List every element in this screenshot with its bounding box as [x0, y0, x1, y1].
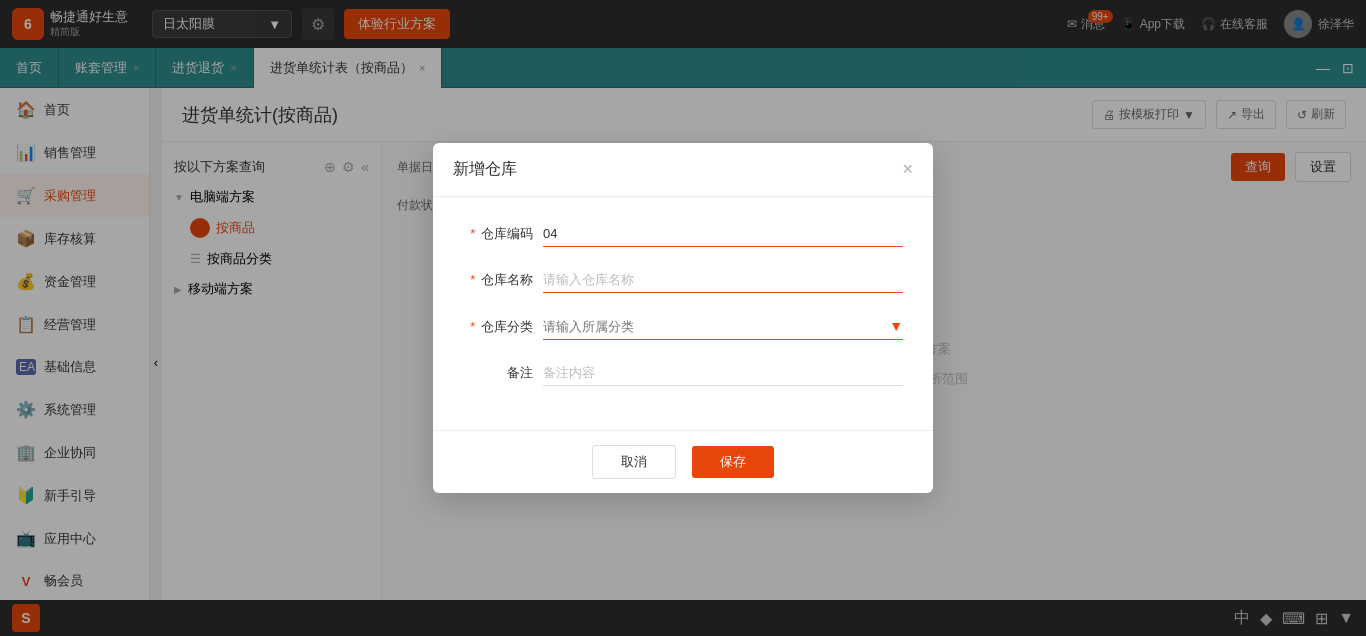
- cancel-button[interactable]: 取消: [592, 445, 676, 479]
- code-input[interactable]: [543, 221, 903, 247]
- name-input[interactable]: [543, 267, 903, 293]
- remark-input[interactable]: [543, 360, 903, 386]
- dialog-close-button[interactable]: ×: [902, 159, 913, 180]
- category-select-wrapper: ▼: [543, 313, 903, 340]
- remark-label: 备注: [463, 364, 543, 382]
- save-button[interactable]: 保存: [692, 446, 774, 478]
- form-row-category: * 仓库分类 ▼: [463, 313, 903, 340]
- category-label: * 仓库分类: [463, 318, 543, 336]
- dialog-footer: 取消 保存: [433, 430, 933, 493]
- name-label: * 仓库名称: [463, 271, 543, 289]
- dialog-header: 新增仓库 ×: [433, 143, 933, 197]
- form-row-code: * 仓库编码: [463, 221, 903, 247]
- new-warehouse-dialog: 新增仓库 × * 仓库编码 * 仓库名称 * 仓库分类 ▼: [433, 143, 933, 493]
- dialog-title: 新增仓库: [453, 159, 517, 180]
- category-input[interactable]: [543, 319, 889, 334]
- dialog-body: * 仓库编码 * 仓库名称 * 仓库分类 ▼ 备注: [433, 197, 933, 430]
- code-label: * 仓库编码: [463, 225, 543, 243]
- form-row-name: * 仓库名称: [463, 267, 903, 293]
- form-row-remark: 备注: [463, 360, 903, 386]
- category-dropdown-icon[interactable]: ▼: [889, 318, 903, 334]
